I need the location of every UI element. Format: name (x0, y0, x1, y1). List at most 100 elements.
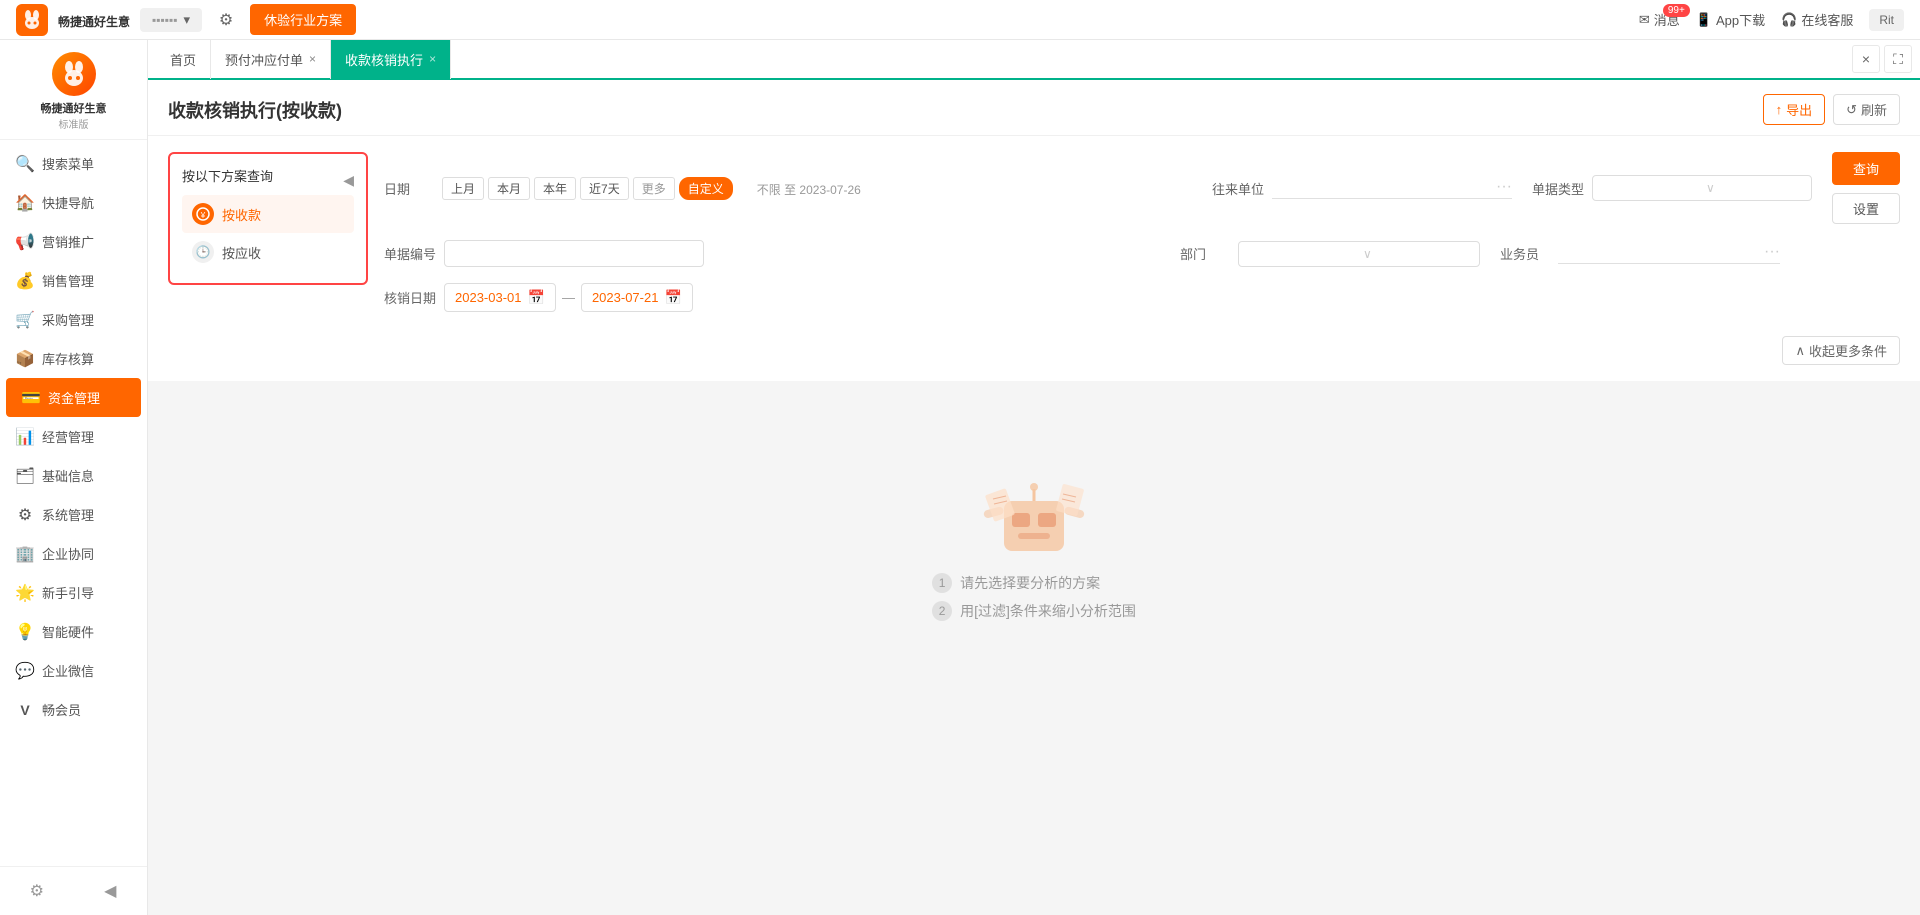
sidebar-item-system[interactable]: ⚙ 系统管理 (0, 495, 147, 534)
tip-text-1: 请先选择要分析的方案 (960, 573, 1100, 593)
sidebar-item-marketing[interactable]: 📢 营销推广 (0, 222, 147, 261)
sidebar-item-sales[interactable]: 💰 销售管理 (0, 261, 147, 300)
service-btn[interactable]: 🎧 在线客服 (1781, 10, 1853, 29)
sidebar-collapse-icon[interactable]: ◀ (94, 875, 126, 907)
tab-collection[interactable]: 收款核销执行 × (331, 40, 451, 79)
date-btn-7days[interactable]: 近7天 (580, 177, 629, 200)
filter-group-doctype: 单据类型 ∨ (1532, 175, 1812, 201)
verify-date-start[interactable]: 2023-03-01 📅 (444, 283, 556, 312)
top-bar-left: 畅捷通好生意 ▪▪▪▪▪▪ ▾ ⚙ 休验行业方案 (16, 4, 356, 36)
sidebar: 畅捷通好生意 标准版 🔍 搜索菜单 🏠 快捷导航 📢 营销推广 💰 销售管理 🛒 (0, 40, 148, 915)
sidebar-label-inventory: 库存核算 (42, 349, 94, 368)
collapse-label: 收起更多条件 (1809, 341, 1887, 360)
marketing-icon: 📢 (16, 233, 34, 251)
app-download-btn[interactable]: 📱 App下载 (1696, 10, 1765, 29)
collapse-more-btn[interactable]: ∧ 收起更多条件 (1782, 336, 1900, 365)
sidebar-item-inventory[interactable]: 📦 库存核算 (0, 339, 147, 378)
settings-icon[interactable]: ⚙ (212, 6, 240, 34)
dept-arrow: ∨ (1363, 247, 1469, 261)
tab-maximize-btn[interactable]: ⛶ (1884, 45, 1912, 73)
refresh-icon: ↺ (1846, 102, 1857, 118)
sidebar-item-search[interactable]: 🔍 搜索菜单 (0, 144, 147, 183)
export-icon: ↑ (1776, 102, 1783, 117)
export-label: 导出 (1786, 100, 1812, 119)
filter-option-receivable-label: 按应收 (222, 243, 261, 262)
sidebar-label-purchase: 采购管理 (42, 310, 94, 329)
inventory-icon: 📦 (16, 350, 34, 368)
sidebar-label-system: 系统管理 (42, 505, 94, 524)
user-menu[interactable]: Rit (1869, 9, 1904, 31)
brand-name: 畅捷通好生意 (58, 13, 130, 30)
date-btn-more[interactable]: 更多 (633, 177, 675, 200)
collection-option-icon: ¥ (192, 203, 214, 225)
page-inner: 收款核销执行(按收款) ↑ 导出 ↺ 刷新 (148, 80, 1920, 701)
dropdown-icon: ▾ (184, 12, 191, 28)
sidebar-item-purchase[interactable]: 🛒 采购管理 (0, 300, 147, 339)
collapse-icon: ∧ (1795, 343, 1805, 359)
sidebar-item-enterprise[interactable]: 🏢 企业协同 (0, 534, 147, 573)
sidebar-label-wechat: 企业微信 (42, 661, 94, 680)
query-btn[interactable]: 查询 (1832, 152, 1900, 185)
date-btn-custom[interactable]: 自定义 (679, 177, 733, 200)
sidebar-logo: 畅捷通好生意 标准版 (0, 40, 147, 140)
filter-option-receivable[interactable]: 🕒 按应收 (182, 233, 354, 271)
date-btn-lastmonth[interactable]: 上月 (442, 177, 484, 200)
empty-tips: 1 请先选择要分析的方案 2 用[过滤]条件来缩小分析范围 (932, 573, 1136, 621)
receivable-option-icon: 🕒 (192, 241, 214, 263)
message-btn[interactable]: ✉ 消息 99+ (1639, 10, 1680, 29)
sidebar-item-wechat[interactable]: 💬 企业微信 (0, 651, 147, 690)
search-menu-icon: 🔍 (16, 155, 34, 173)
industry-btn[interactable]: 休验行业方案 (250, 4, 356, 35)
sidebar-item-operations[interactable]: 📊 经营管理 (0, 417, 147, 456)
sidebar-label-guide: 新手引导 (42, 583, 94, 602)
tab-prepay[interactable]: 预付冲应付单 × (211, 40, 331, 79)
sidebar-item-smart[interactable]: 💡 智能硬件 (0, 612, 147, 651)
filter-group-date: 日期 上月 本月 本年 近7天 更多 自定义 (384, 177, 733, 200)
enterprise-icon: 🏢 (16, 545, 34, 563)
tab-prepay-label: 预付冲应付单 (225, 50, 303, 69)
date-btn-thismonth[interactable]: 本月 (488, 177, 530, 200)
date-label: 日期 (384, 179, 434, 198)
filter-option-collection[interactable]: ¥ 按收款 (182, 195, 354, 233)
salesperson-dots[interactable]: ··· (1764, 243, 1780, 261)
sidebar-item-quicknav[interactable]: 🏠 快捷导航 (0, 183, 147, 222)
sidebar-item-guide[interactable]: 🌟 新手引导 (0, 573, 147, 612)
dept-select[interactable]: ∨ (1238, 241, 1480, 267)
page-actions: ↑ 导出 ↺ 刷新 (1763, 94, 1900, 125)
verifydate-label: 核销日期 (384, 288, 436, 307)
export-btn[interactable]: ↑ 导出 (1763, 94, 1826, 125)
doctype-select[interactable]: ∨ (1592, 175, 1812, 201)
tab-collection-close[interactable]: × (429, 53, 436, 65)
counterparty-dots[interactable]: ··· (1496, 178, 1512, 196)
tip-num-1: 1 (932, 573, 952, 593)
verify-date-range: 2023-03-01 📅 — 2023-07-21 📅 (444, 283, 693, 312)
refresh-btn[interactable]: ↺ 刷新 (1833, 94, 1900, 125)
settings-btn[interactable]: 设置 (1832, 193, 1900, 224)
app-label: App下载 (1716, 10, 1765, 29)
docno-input[interactable] (444, 240, 704, 267)
sidebar-label-base: 基础信息 (42, 466, 94, 485)
doctype-label: 单据类型 (1532, 179, 1584, 198)
sidebar-nav: 🔍 搜索菜单 🏠 快捷导航 📢 营销推广 💰 销售管理 🛒 采购管理 📦 (0, 140, 147, 866)
tab-close-window-btn[interactable]: × (1852, 45, 1880, 73)
verify-date-end[interactable]: 2023-07-21 📅 (581, 283, 693, 312)
finance-icon: 💳 (22, 389, 40, 407)
message-badge: 99+ (1663, 4, 1690, 17)
sidebar-settings-icon[interactable]: ⚙ (21, 875, 53, 907)
smart-icon: 💡 (16, 623, 34, 641)
workspace-selector[interactable]: ▪▪▪▪▪▪ ▾ (140, 8, 202, 32)
filter-collapse-arrow[interactable]: ◀ (343, 172, 354, 189)
sidebar-label-member: 畅会员 (42, 700, 81, 719)
top-bar-right: ✉ 消息 99+ 📱 App下载 🎧 在线客服 Rit (1639, 9, 1904, 31)
date-btn-thisyear[interactable]: 本年 (534, 177, 576, 200)
phone-icon: 📱 (1696, 12, 1712, 28)
tabs-bar: 首页 预付冲应付单 × 收款核销执行 × × ⛶ (148, 40, 1920, 80)
filter-group-docno: 单据编号 (384, 240, 704, 267)
salesperson-label: 业务员 (1500, 244, 1550, 263)
sidebar-label-sales: 销售管理 (42, 271, 94, 290)
sidebar-item-base[interactable]: 🗂 基础信息 (0, 456, 147, 495)
tab-prepay-close[interactable]: × (309, 53, 316, 65)
tab-home[interactable]: 首页 (156, 40, 211, 79)
sidebar-item-finance[interactable]: 💳 资金管理 (6, 378, 141, 417)
sidebar-item-member[interactable]: V 畅会员 (0, 690, 147, 729)
